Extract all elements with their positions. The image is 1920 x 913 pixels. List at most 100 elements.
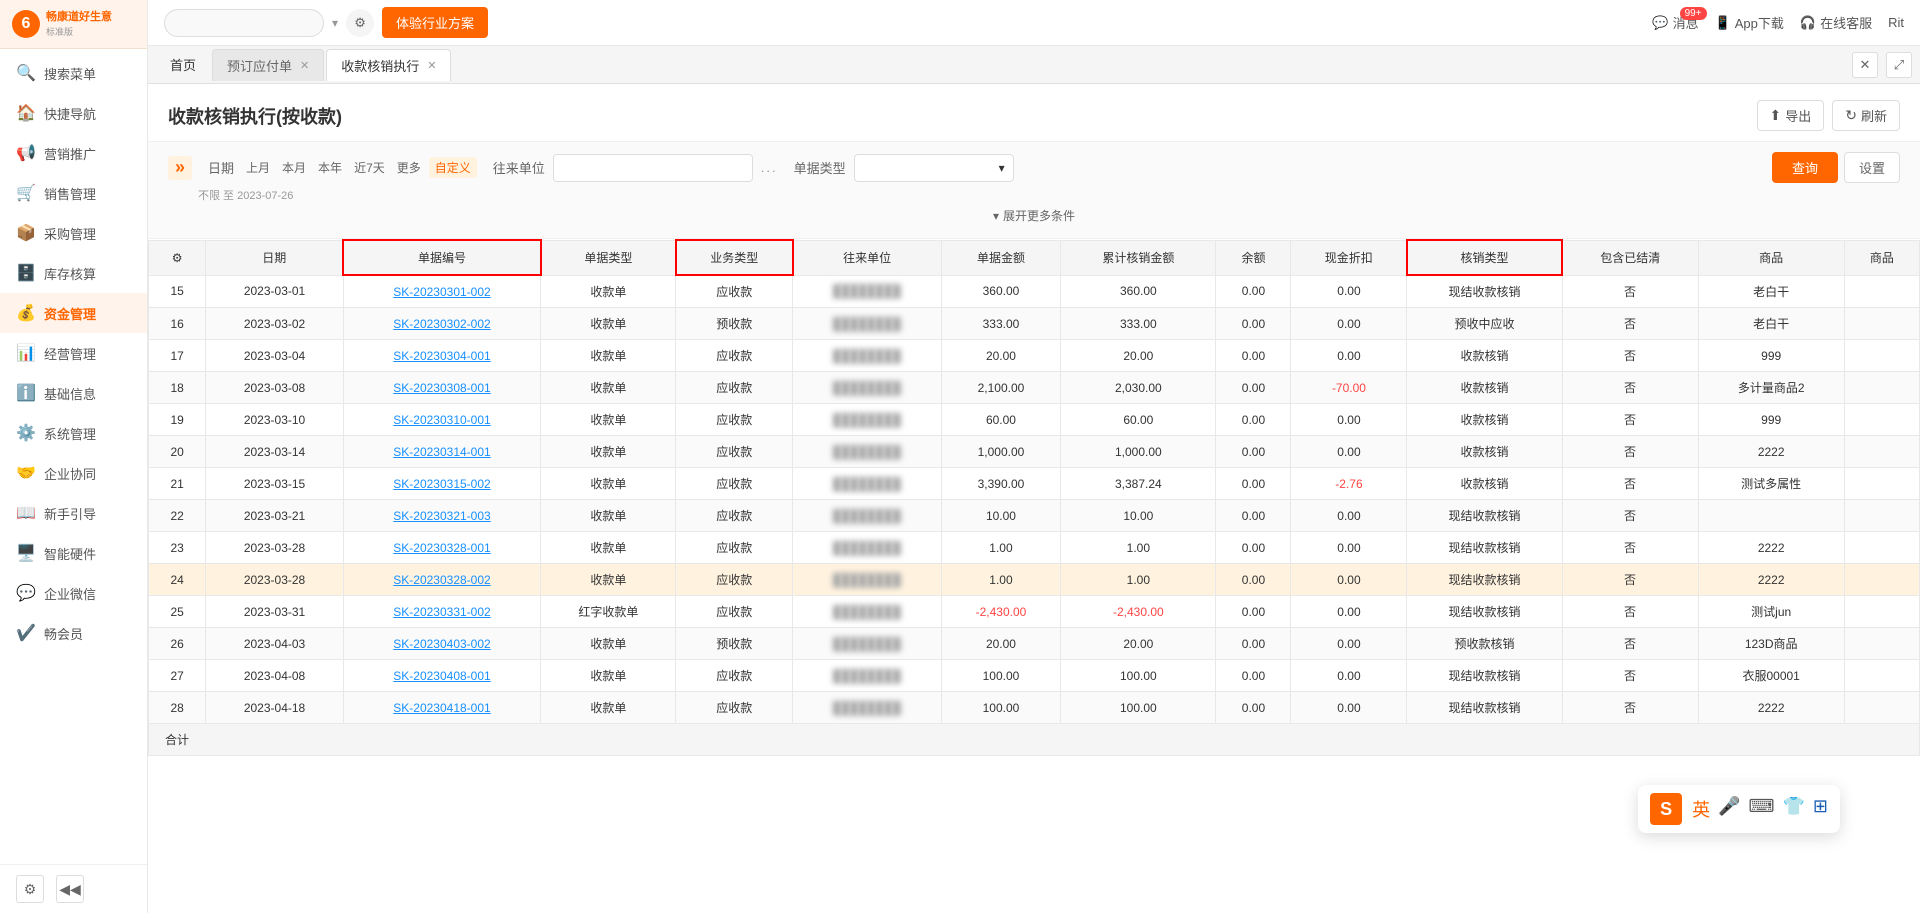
close-tab-icon[interactable]: ✕ <box>1852 52 1878 78</box>
cell-writeoff-type: 现结收款核销 <box>1407 564 1562 596</box>
collapse-icon[interactable]: ◀◀ <box>56 875 84 903</box>
sidebar-item-operations[interactable]: 📊经营管理 <box>0 333 147 373</box>
cell-total-writeoff: 1,000.00 <box>1061 436 1216 468</box>
sidebar-label-enterprise: 企业协同 <box>44 464 96 483</box>
user-profile[interactable]: Rit <box>1888 15 1904 30</box>
sidebar-item-hardware[interactable]: 🖥️智能硬件 <box>0 533 147 573</box>
messages-link[interactable]: 💬 消息 99+ <box>1652 13 1698 32</box>
sidebar-item-search[interactable]: 🔍搜索菜单 <box>0 53 147 93</box>
cell-cash-discount: 0.00 <box>1291 308 1407 340</box>
voucher-no-link[interactable]: SK-20230403-002 <box>393 637 490 651</box>
voucher-no-link[interactable]: SK-20230315-002 <box>393 477 490 491</box>
sidebar-item-shortcut[interactable]: 🏠快捷导航 <box>0 93 147 133</box>
date-this-month[interactable]: 本月 <box>278 157 310 178</box>
col-settings-header[interactable]: ⚙ <box>149 240 206 275</box>
sidebar-item-sales[interactable]: 🛒销售管理 <box>0 173 147 213</box>
cell-no: 27 <box>149 660 206 692</box>
partner-cell: ████████ <box>833 317 901 331</box>
topbar-search-input[interactable] <box>164 9 324 37</box>
solution-button[interactable]: 体验行业方案 <box>382 7 488 38</box>
filter-expand-button[interactable]: » <box>168 156 192 180</box>
settings-footer-icon[interactable]: ⚙ <box>16 875 44 903</box>
cell-voucher-no: SK-20230331-002 <box>343 596 541 628</box>
cell-product: 测试多属性 <box>1698 468 1844 500</box>
content-actions: ⬆ 导出 ↻ 刷新 <box>1757 100 1901 131</box>
sidebar-item-system[interactable]: ⚙️系统管理 <box>0 413 147 453</box>
cell-include-settled: 否 <box>1562 468 1698 500</box>
sidebar-item-member[interactable]: ✔️畅会员 <box>0 613 147 653</box>
topbar-gear-icon[interactable]: ⚙ <box>346 9 374 37</box>
cell-biz-type: 应收款 <box>676 532 793 564</box>
cell-writeoff-type: 预收中应收 <box>1407 308 1562 340</box>
date-7days[interactable]: 近7天 <box>350 157 389 178</box>
cell-balance: 0.00 <box>1216 692 1291 724</box>
voucher-no-link[interactable]: SK-20230328-002 <box>393 573 490 587</box>
sidebar-label-guide: 新手引导 <box>44 504 96 523</box>
float-icon-mic[interactable]: 🎤 <box>1718 796 1740 822</box>
voucher-no-link[interactable]: SK-20230308-001 <box>393 381 490 395</box>
tab-writeoff-close[interactable]: ✕ <box>427 59 436 72</box>
online-service-link[interactable]: 🎧 在线客服 <box>1800 13 1872 32</box>
voucher-type-select[interactable]: ▾ <box>854 154 1014 182</box>
float-s-logo: S <box>1650 793 1682 825</box>
float-icon-grid[interactable]: ⌨ <box>1749 796 1775 822</box>
date-custom[interactable]: 自定义 <box>429 157 477 178</box>
voucher-no-link[interactable]: SK-20230301-002 <box>393 285 490 299</box>
export-button[interactable]: ⬆ 导出 <box>1757 100 1825 131</box>
voucher-no-link[interactable]: SK-20230321-003 <box>393 509 490 523</box>
cell-voucher-type: 收款单 <box>541 468 676 500</box>
float-icon-shirt[interactable]: 👕 <box>1782 796 1804 822</box>
topbar-dropdown-arrow[interactable]: ▾ <box>332 16 338 30</box>
voucher-no-link[interactable]: SK-20230331-002 <box>393 605 490 619</box>
col-product-header: 商品 <box>1698 240 1844 275</box>
sidebar-item-inventory[interactable]: 🗄️库存核算 <box>0 253 147 293</box>
tab-prepay-close[interactable]: ✕ <box>300 59 309 72</box>
query-button[interactable]: 查询 <box>1772 152 1838 183</box>
filter-settings-button[interactable]: 设置 <box>1844 152 1900 183</box>
float-icon-apps[interactable]: ⊞ <box>1813 796 1828 822</box>
app-download-link[interactable]: 📱 App下载 <box>1715 13 1784 32</box>
cell-writeoff-type: 现结收款核销 <box>1407 275 1562 308</box>
cell-product2 <box>1844 564 1919 596</box>
voucher-no-link[interactable]: SK-20230302-002 <box>393 317 490 331</box>
cell-balance: 0.00 <box>1216 660 1291 692</box>
sidebar-item-wechat[interactable]: 💬企业微信 <box>0 573 147 613</box>
table-row: 27 2023-04-08 SK-20230408-001 收款单 应收款 ██… <box>149 660 1920 692</box>
partner-input[interactable] <box>553 154 753 182</box>
footer-total-label: 合计 <box>149 724 1920 756</box>
cell-amount: -2,430.00 <box>941 596 1061 628</box>
cell-no: 23 <box>149 532 206 564</box>
date-label: 日期 <box>208 158 234 177</box>
cell-voucher-type: 收款单 <box>541 404 676 436</box>
voucher-no-link[interactable]: SK-20230408-001 <box>393 669 490 683</box>
refresh-button[interactable]: ↻ 刷新 <box>1832 100 1900 131</box>
voucher-no-link[interactable]: SK-20230304-001 <box>393 349 490 363</box>
sidebar-item-guide[interactable]: 📖新手引导 <box>0 493 147 533</box>
sidebar-item-enterprise[interactable]: 🤝企业协同 <box>0 453 147 493</box>
sidebar: 6 畅康道好生意 标准版 🔍搜索菜单🏠快捷导航📢营销推广🛒销售管理📦采购管理🗄️… <box>0 0 148 913</box>
tab-prepay[interactable]: 预订应付单 ✕ <box>212 49 324 81</box>
sidebar-label-finance: 资金管理 <box>44 304 96 323</box>
expand-tab-icon[interactable]: ⤢ <box>1886 52 1912 78</box>
tab-home[interactable]: 首页 <box>156 49 210 80</box>
voucher-no-link[interactable]: SK-20230418-001 <box>393 701 490 715</box>
date-last-month[interactable]: 上月 <box>242 157 274 178</box>
sidebar-label-basic: 基础信息 <box>44 384 96 403</box>
cell-partner: ████████ <box>793 628 941 660</box>
date-this-year[interactable]: 本年 <box>314 157 346 178</box>
cell-date: 2023-03-28 <box>206 532 343 564</box>
sidebar-item-basic[interactable]: ℹ️基础信息 <box>0 373 147 413</box>
date-more[interactable]: 更多 <box>393 157 425 178</box>
tab-writeoff[interactable]: 收款核销执行 ✕ <box>326 49 451 81</box>
cell-voucher-no: SK-20230315-002 <box>343 468 541 500</box>
voucher-no-link[interactable]: SK-20230314-001 <box>393 445 490 459</box>
sidebar-item-finance[interactable]: 💰资金管理 <box>0 293 147 333</box>
voucher-no-link[interactable]: SK-20230310-001 <box>393 413 490 427</box>
cell-cash-discount: -70.00 <box>1291 372 1407 404</box>
sidebar-item-purchase[interactable]: 📦采购管理 <box>0 213 147 253</box>
cell-amount: 20.00 <box>941 340 1061 372</box>
sidebar-item-marketing[interactable]: 📢营销推广 <box>0 133 147 173</box>
float-icon-dot[interactable]: 英 <box>1692 796 1710 822</box>
voucher-no-link[interactable]: SK-20230328-001 <box>393 541 490 555</box>
expand-more-button[interactable]: ▾ 展开更多条件 <box>993 207 1075 224</box>
